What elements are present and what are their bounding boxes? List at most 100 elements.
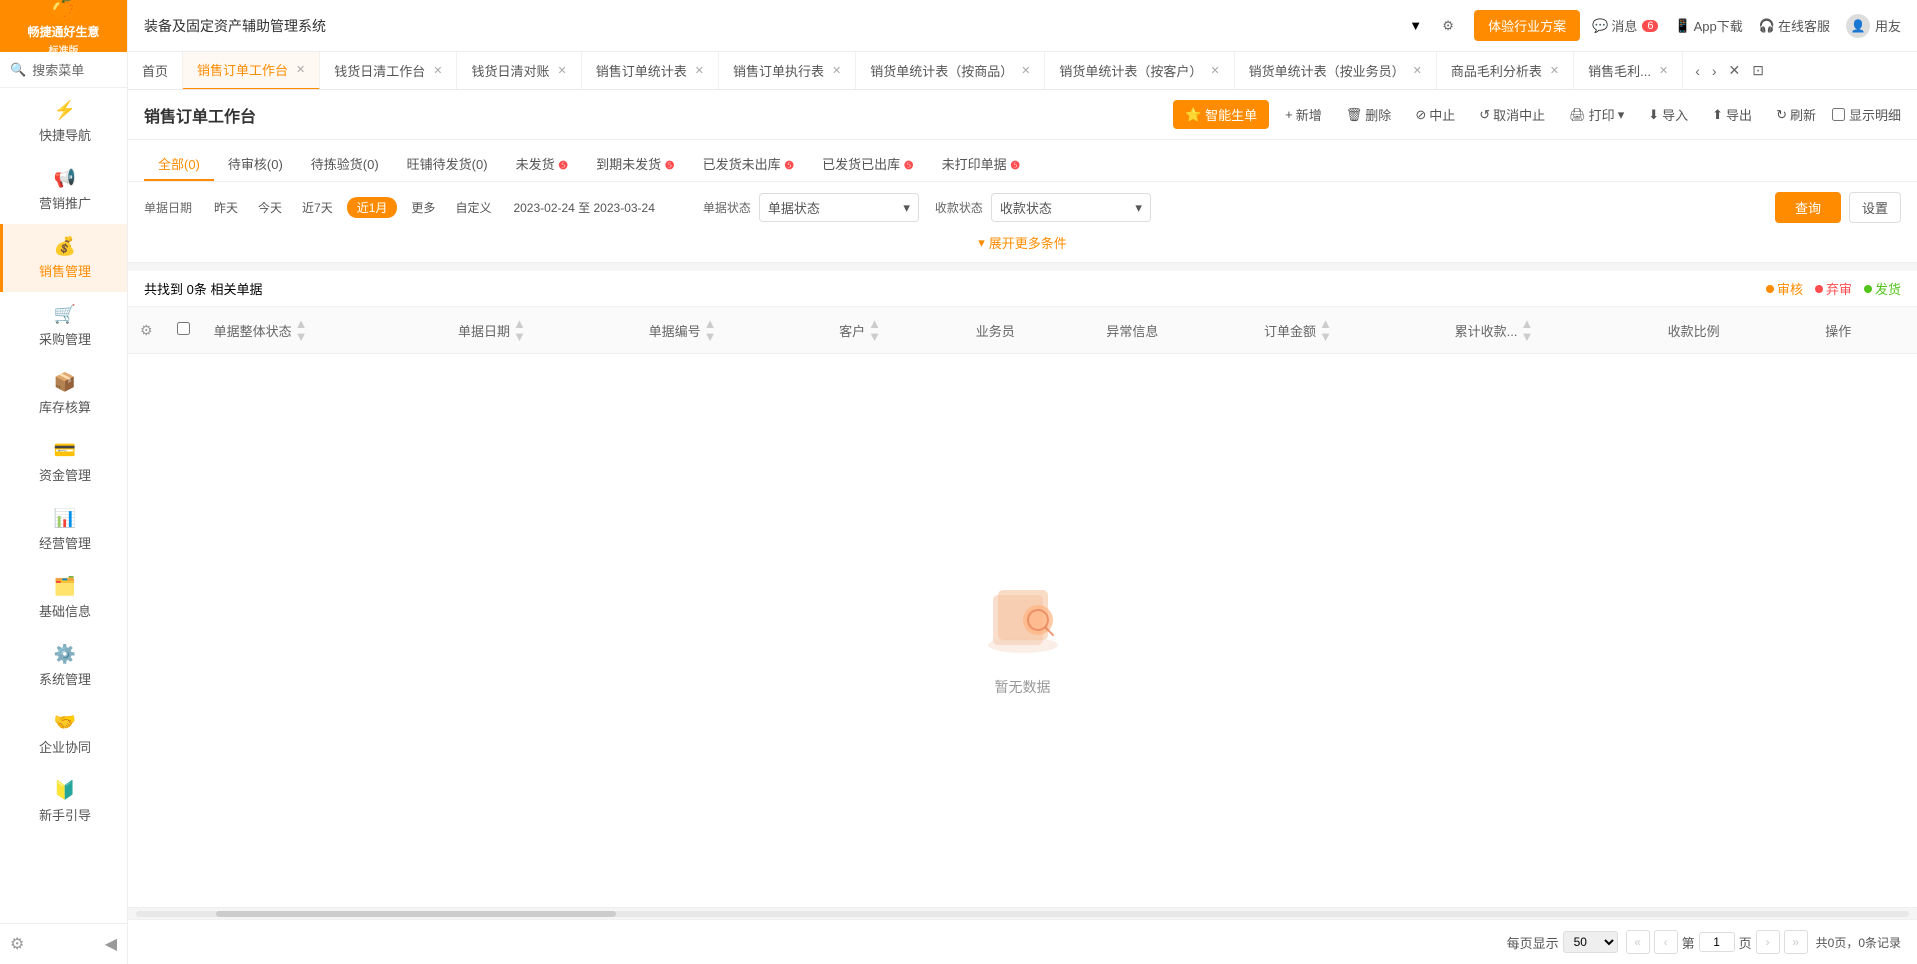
th-collected-sort[interactable]: 累计收款... ▲▼ — [1455, 317, 1644, 343]
tab-sales-workbench-close[interactable]: ✕ — [296, 63, 305, 76]
show-detail-checkbox-label[interactable]: 显示明细 — [1832, 105, 1901, 124]
th-customer-sort[interactable]: 客户 ▲▼ — [839, 317, 952, 343]
date-opt-1month[interactable]: 近1月 — [347, 197, 398, 218]
th-number-sort[interactable]: 单据编号 ▲▼ — [649, 317, 816, 343]
sidebar-item-guide[interactable]: 🔰 新手引导 — [0, 768, 127, 836]
tab-gross-profit-close[interactable]: ✕ — [1550, 64, 1559, 77]
sub-tab-pending-review[interactable]: 待审核(0) — [214, 148, 297, 181]
tabs-prev-btn[interactable]: ‹ — [1691, 61, 1704, 81]
print-btn[interactable]: 🖨 打印 ▾ — [1561, 101, 1632, 128]
delete-btn[interactable]: 🗑 删除 — [1338, 101, 1400, 128]
tab-sales-exec-close[interactable]: ✕ — [832, 64, 841, 77]
unreviewed-btn[interactable]: 弃审 — [1815, 279, 1852, 298]
table-area: 共找到 0条 相关单据 审核 弃审 发货 — [128, 271, 1917, 964]
tab-cash-reconcile[interactable]: 钱货日清对账 ✕ — [457, 52, 581, 90]
tab-sales-summary-staff[interactable]: 销货单统计表（按业务员） ✕ — [1235, 52, 1437, 90]
online-service-btn[interactable]: 🎧 在线客服 — [1759, 16, 1830, 35]
sub-tab-not-printed[interactable]: 未打印单据 ❺ — [928, 148, 1035, 181]
sidebar-item-inventory[interactable]: 📦 库存核算 — [0, 360, 127, 428]
tab-sales-summary-product[interactable]: 销货单统计表（按商品） ✕ — [856, 52, 1045, 90]
next-page-btn[interactable]: › — [1756, 930, 1780, 954]
tab-sales-stats[interactable]: 销售订单统计表 ✕ — [582, 52, 719, 90]
smart-create-btn[interactable]: ⭐ 智能生单 — [1173, 100, 1269, 129]
sidebar-item-system[interactable]: ⚙️ 系统管理 — [0, 632, 127, 700]
sidebar-item-purchase[interactable]: 🛒 采购管理 — [0, 292, 127, 360]
sub-tab-wangpu[interactable]: 旺铺待发货(0) — [393, 148, 502, 181]
payment-filter-select[interactable]: 收款状态 ▾ — [991, 193, 1151, 222]
tab-sales-summary-customer-close[interactable]: ✕ — [1210, 64, 1219, 77]
cancel-stop-btn[interactable]: ↺ 取消中止 — [1471, 101, 1553, 128]
date-opt-custom[interactable]: 自定义 — [449, 197, 497, 218]
tabs-next-btn[interactable]: › — [1708, 61, 1721, 81]
app-download-btn[interactable]: 📱 App下载 — [1674, 16, 1742, 35]
th-amount-sort[interactable]: 订单金额 ▲▼ — [1264, 317, 1431, 343]
sidebar-item-quick-nav[interactable]: ⚡ 快捷导航 — [0, 88, 127, 156]
tab-sales-more[interactable]: 销售毛利... ✕ — [1574, 52, 1683, 90]
review-btn[interactable]: 审核 — [1766, 279, 1803, 298]
header-settings-btn[interactable]: ⚙ — [1434, 12, 1462, 40]
date-opt-more[interactable]: 更多 — [405, 197, 441, 218]
th-settings[interactable]: ⚙ — [128, 307, 165, 354]
th-status-sort[interactable]: 单据整体状态 ▲▼ — [214, 317, 434, 343]
sub-tab-shipped-not-out[interactable]: 已发货未出库 ❺ — [689, 148, 809, 181]
tabs-close-all-btn[interactable]: ✕ — [1725, 60, 1745, 81]
tab-sales-summary-staff-close[interactable]: ✕ — [1413, 64, 1422, 77]
table-scroll-container[interactable]: ⚙ 单据整体状态 ▲▼ — [128, 307, 1917, 907]
prev-page-btn[interactable]: ‹ — [1654, 930, 1678, 954]
sidebar-item-operations[interactable]: 📊 经营管理 — [0, 496, 127, 564]
tab-sales-more-close[interactable]: ✕ — [1659, 64, 1668, 77]
horizontal-scrollbar[interactable] — [128, 907, 1917, 919]
stop-btn[interactable]: ⊘ 中止 — [1407, 101, 1463, 128]
column-settings-icon[interactable]: ⚙ — [140, 322, 153, 338]
add-btn[interactable]: + 新增 — [1277, 101, 1330, 128]
date-opt-today[interactable]: 今天 — [252, 197, 288, 218]
tab-sales-workbench[interactable]: 销售订单工作台 ✕ — [183, 52, 320, 90]
last-page-btn[interactable]: » — [1784, 930, 1808, 954]
sub-tab-shipped-out[interactable]: 已发货已出库 ❺ — [808, 148, 928, 181]
page-size-select[interactable]: 10 20 50 100 — [1563, 931, 1618, 953]
date-opt-7days[interactable]: 近7天 — [296, 197, 339, 218]
select-all-checkbox[interactable] — [177, 322, 190, 335]
sidebar-item-enterprise[interactable]: 🤝 企业协同 — [0, 700, 127, 768]
sidebar-item-marketing[interactable]: 📢 营销推广 — [0, 156, 127, 224]
query-btn[interactable]: 查询 — [1775, 192, 1841, 223]
scrollbar-track[interactable] — [136, 911, 1909, 917]
tab-cash-daily-close[interactable]: ✕ — [433, 64, 442, 77]
sub-tab-expired[interactable]: 到期未发货 ❺ — [582, 148, 689, 181]
sidebar-item-sales[interactable]: 💰 销售管理 — [0, 224, 127, 292]
scrollbar-thumb[interactable] — [216, 911, 616, 917]
expand-more-btn[interactable]: ▾ 展开更多条件 — [144, 233, 1901, 252]
tab-cash-daily[interactable]: 钱货日清工作台 ✕ — [320, 52, 457, 90]
status-filter-select[interactable]: 单据状态 ▾ — [759, 193, 919, 222]
sidebar-search-btn[interactable]: 🔍 搜索菜单 — [0, 52, 127, 88]
import-btn[interactable]: ⬇ 导入 — [1640, 101, 1696, 128]
th-checkbox[interactable] — [165, 307, 202, 354]
sidebar-item-finance[interactable]: 💳 资金管理 — [0, 428, 127, 496]
sub-tab-pending-inspect[interactable]: 待拣验货(0) — [297, 148, 393, 181]
settings-icon[interactable]: ⚙ — [10, 934, 24, 954]
tab-sales-summary-customer[interactable]: 销货单统计表（按客户） ✕ — [1045, 52, 1234, 90]
tab-sales-summary-product-close[interactable]: ✕ — [1021, 64, 1030, 77]
deliver-btn[interactable]: 发货 — [1864, 279, 1901, 298]
show-detail-checkbox[interactable] — [1832, 108, 1845, 121]
tabs-expand-btn[interactable]: ⊡ — [1748, 60, 1768, 81]
message-btn[interactable]: 💬 消息 6 — [1592, 16, 1658, 35]
tab-cash-reconcile-close[interactable]: ✕ — [558, 64, 567, 77]
tab-sales-exec[interactable]: 销售订单执行表 ✕ — [719, 52, 856, 90]
date-opt-yesterday[interactable]: 昨天 — [208, 197, 244, 218]
tab-gross-profit[interactable]: 商品毛利分析表 ✕ — [1437, 52, 1574, 90]
first-page-btn[interactable]: « — [1626, 930, 1650, 954]
collapse-icon[interactable]: ◀ — [105, 934, 117, 954]
user-menu-btn[interactable]: 👤 用友 — [1846, 14, 1901, 38]
sub-tab-all[interactable]: 全部(0) — [144, 148, 214, 181]
settings-btn[interactable]: 设置 — [1849, 192, 1901, 223]
refresh-btn[interactable]: ↻ 刷新 — [1768, 101, 1824, 128]
export-btn[interactable]: ⬆ 导出 — [1704, 101, 1760, 128]
sidebar-item-basic[interactable]: 🗂️ 基础信息 — [0, 564, 127, 632]
sub-tab-not-shipped[interactable]: 未发货 ❺ — [502, 148, 583, 181]
th-date-sort[interactable]: 单据日期 ▲▼ — [458, 317, 625, 343]
tab-sales-stats-close[interactable]: ✕ — [695, 64, 704, 77]
industry-solution-btn[interactable]: 体验行业方案 — [1474, 10, 1580, 41]
page-number-input[interactable] — [1699, 932, 1735, 952]
tab-home[interactable]: 首页 — [128, 52, 183, 90]
